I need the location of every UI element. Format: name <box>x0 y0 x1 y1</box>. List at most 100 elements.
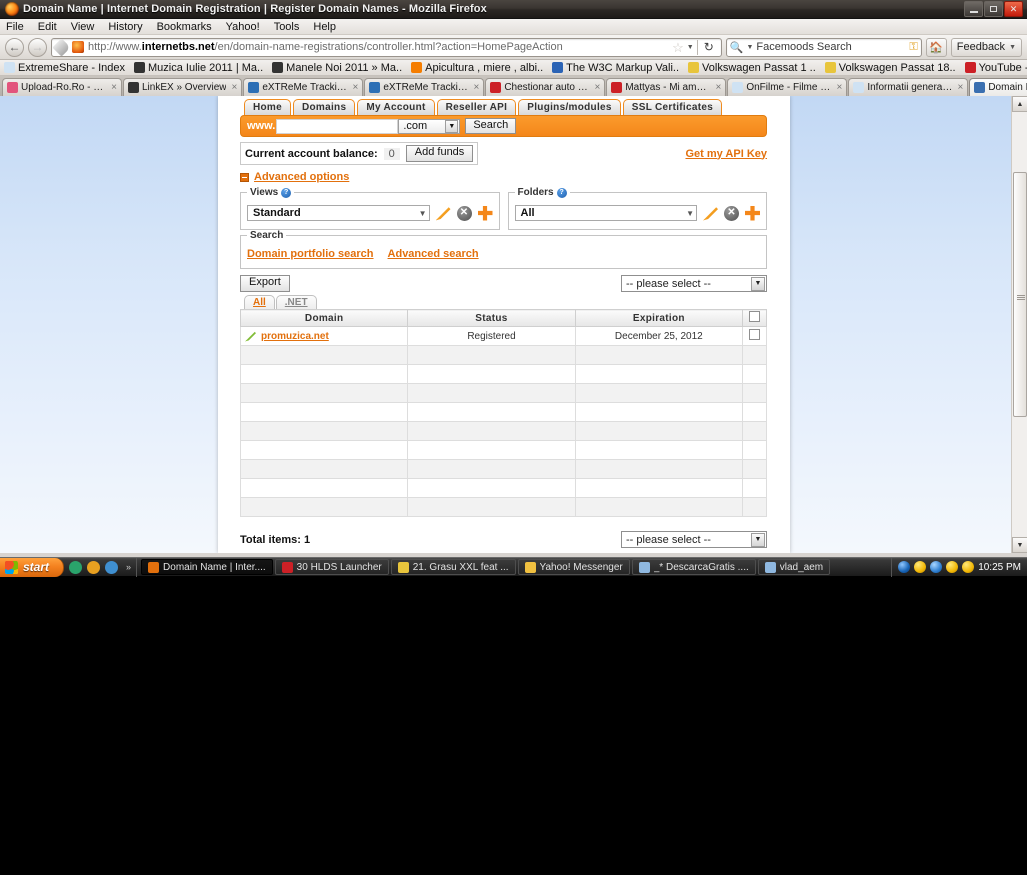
bulk-action-select-top[interactable]: -- please select -- ▼ <box>621 275 767 292</box>
menu-item-view[interactable]: View <box>71 21 95 33</box>
url-bar[interactable]: http://www.internetbs.net/en/domain-name… <box>51 37 722 57</box>
menu-item-help[interactable]: Help <box>313 21 336 33</box>
bookmark-item[interactable]: ExtremeShare - Index <box>4 62 125 74</box>
close-icon[interactable]: × <box>111 82 117 93</box>
menu-item-yahoo[interactable]: Yahoo! <box>226 21 260 33</box>
browser-tab[interactable]: Chestionar auto 201.. × <box>485 78 606 96</box>
search-input[interactable]: Facemoods Search <box>756 41 906 53</box>
page-scrollbar[interactable]: ▲ ▼ <box>1011 96 1027 553</box>
smiley-icon[interactable] <box>914 561 927 573</box>
folders-select[interactable]: All ▼ <box>514 205 697 221</box>
explorer-icon[interactable] <box>105 560 119 574</box>
menu-item-bookmarks[interactable]: Bookmarks <box>157 21 212 33</box>
menu-item-history[interactable]: History <box>108 21 142 33</box>
close-icon[interactable]: × <box>836 82 842 93</box>
chevron-down-icon[interactable]: ▼ <box>687 44 694 51</box>
taskbar-task[interactable]: 30 HLDS Launcher <box>274 559 389 575</box>
help-icon[interactable]: ? <box>281 187 292 198</box>
domain-filter-tab[interactable]: .NET <box>275 295 317 309</box>
browser-tab[interactable]: Mattyas - Mi amor [N.. × <box>606 78 727 96</box>
taskbar-clock[interactable]: 10:25 PM <box>978 562 1021 573</box>
feedback-button[interactable]: Feedback ▼ <box>950 37 1022 57</box>
close-icon[interactable]: × <box>715 82 721 93</box>
bookmark-item[interactable]: Muzica Iulie 2011 | Ma.. <box>134 62 263 74</box>
domain-search-button[interactable]: Search <box>465 118 517 134</box>
site-nav-tab[interactable]: SSL Certificates <box>622 99 723 115</box>
start-button[interactable]: start <box>0 557 65 577</box>
browser-tab[interactable]: OnFilme - Filme onlin.. × <box>727 78 848 96</box>
site-nav-tab[interactable]: Plugins/modules <box>518 99 621 115</box>
smiley-icon[interactable] <box>962 561 975 573</box>
domain-link[interactable]: promuzica.net <box>261 331 329 342</box>
opera-icon[interactable] <box>69 560 83 574</box>
taskbar-task[interactable]: Domain Name | Inter.... <box>141 559 273 575</box>
bookmark-item[interactable]: Apicultura , miere , albi.. <box>411 62 543 74</box>
reload-icon[interactable]: ↻ <box>701 40 717 54</box>
restore-button[interactable] <box>984 1 1003 17</box>
bookmark-item[interactable]: Volkswagen Passat 1 .. <box>688 62 816 74</box>
home-button[interactable]: 🏠 <box>925 37 947 57</box>
scroll-up-button[interactable]: ▲ <box>1012 96 1027 112</box>
browser-tab[interactable]: Informatii generale - .. × <box>848 78 969 96</box>
pencil-icon[interactable] <box>435 207 451 221</box>
select-all-checkbox[interactable] <box>749 311 760 322</box>
chrome-icon[interactable] <box>87 560 101 574</box>
delete-icon[interactable]: ✕ <box>456 205 472 221</box>
browser-tab[interactable]: Upload-Ro.Ro - Hos.. × <box>2 78 122 96</box>
advanced-search-link[interactable]: Advanced search <box>388 248 479 260</box>
row-checkbox[interactable] <box>749 329 760 340</box>
menu-item-edit[interactable]: Edit <box>38 21 57 33</box>
get-api-key-link[interactable]: Get my API Key <box>685 148 767 160</box>
edit-pencil-icon[interactable] <box>245 331 256 342</box>
site-nav-tab[interactable]: Home <box>244 99 291 115</box>
close-icon[interactable]: × <box>957 82 963 93</box>
close-button[interactable]: ✕ <box>1004 1 1023 17</box>
column-header-domain[interactable]: Domain <box>239 309 409 327</box>
browser-tab[interactable]: eXTReMe Tracking × <box>243 78 364 96</box>
bookmark-item[interactable]: YouTube - DEEPSIDE .. <box>964 62 1027 74</box>
bluetooth-icon[interactable] <box>898 561 911 573</box>
column-header-expiration[interactable]: Expiration <box>574 309 744 327</box>
close-icon[interactable]: × <box>231 82 237 93</box>
close-icon[interactable]: × <box>473 82 479 93</box>
bookmark-star-icon[interactable]: ☆ <box>672 41 684 54</box>
browser-tab-active[interactable]: Domain Name | Inter..× <box>969 78 1027 96</box>
bookmark-item[interactable]: The W3C Markup Vali.. <box>552 62 679 74</box>
site-nav-tab[interactable]: Domains <box>292 99 356 115</box>
views-select[interactable]: Standard ▼ <box>247 205 430 221</box>
collapse-minus-icon[interactable] <box>240 172 249 182</box>
bookmark-item[interactable]: Volkswagen Passat 18.. <box>824 62 956 74</box>
bulk-action-select-bottom[interactable]: -- please select -- ▼ <box>621 531 767 548</box>
site-nav-tab[interactable]: Reseller API <box>436 99 517 115</box>
export-button[interactable]: Export <box>240 275 290 292</box>
tld-select[interactable]: .com ▼ <box>398 118 461 134</box>
scroll-down-button[interactable]: ▼ <box>1012 537 1027 553</box>
table-row[interactable]: promuzica.net Registered December 25, 2012 <box>239 326 767 346</box>
taskbar-task[interactable]: vlad_aem <box>757 559 831 575</box>
quick-launch-overflow-icon[interactable]: » <box>123 562 131 572</box>
menu-item-tools[interactable]: Tools <box>274 21 300 33</box>
pencil-icon[interactable] <box>703 207 718 221</box>
advanced-options-link[interactable]: Advanced options <box>254 171 349 183</box>
advanced-options-row[interactable]: Advanced options <box>240 171 767 183</box>
search-bar[interactable]: 🔍 ▼ Facemoods Search ⚿ <box>725 37 922 57</box>
close-icon[interactable]: × <box>352 82 358 93</box>
smiley-icon[interactable] <box>946 561 959 573</box>
column-header-status[interactable]: Status <box>407 309 576 327</box>
browser-tab[interactable]: eXTReMe Tracking × <box>364 78 485 96</box>
close-icon[interactable]: × <box>594 82 600 93</box>
bookmark-item[interactable]: Manele Noi 2011 » Ma.. <box>272 62 402 74</box>
taskbar-task[interactable]: _* DescarcaGratis .... <box>631 559 756 575</box>
add-funds-button[interactable]: Add funds <box>405 145 474 162</box>
minimize-button[interactable] <box>964 1 983 17</box>
site-nav-tab[interactable]: My Account <box>357 99 435 115</box>
taskbar-task[interactable]: Yahoo! Messenger <box>517 559 630 575</box>
domain-search-input[interactable] <box>276 118 399 134</box>
chevron-down-icon[interactable]: ▼ <box>746 44 753 51</box>
domain-filter-tab[interactable]: All <box>244 295 275 309</box>
mail-icon[interactable] <box>930 561 943 573</box>
browser-tab[interactable]: LinkEX » Overview × <box>123 78 243 96</box>
delete-icon[interactable]: ✕ <box>724 205 739 221</box>
scrollbar-thumb[interactable] <box>1013 172 1027 417</box>
domain-portfolio-search-link[interactable]: Domain portfolio search <box>247 248 374 260</box>
